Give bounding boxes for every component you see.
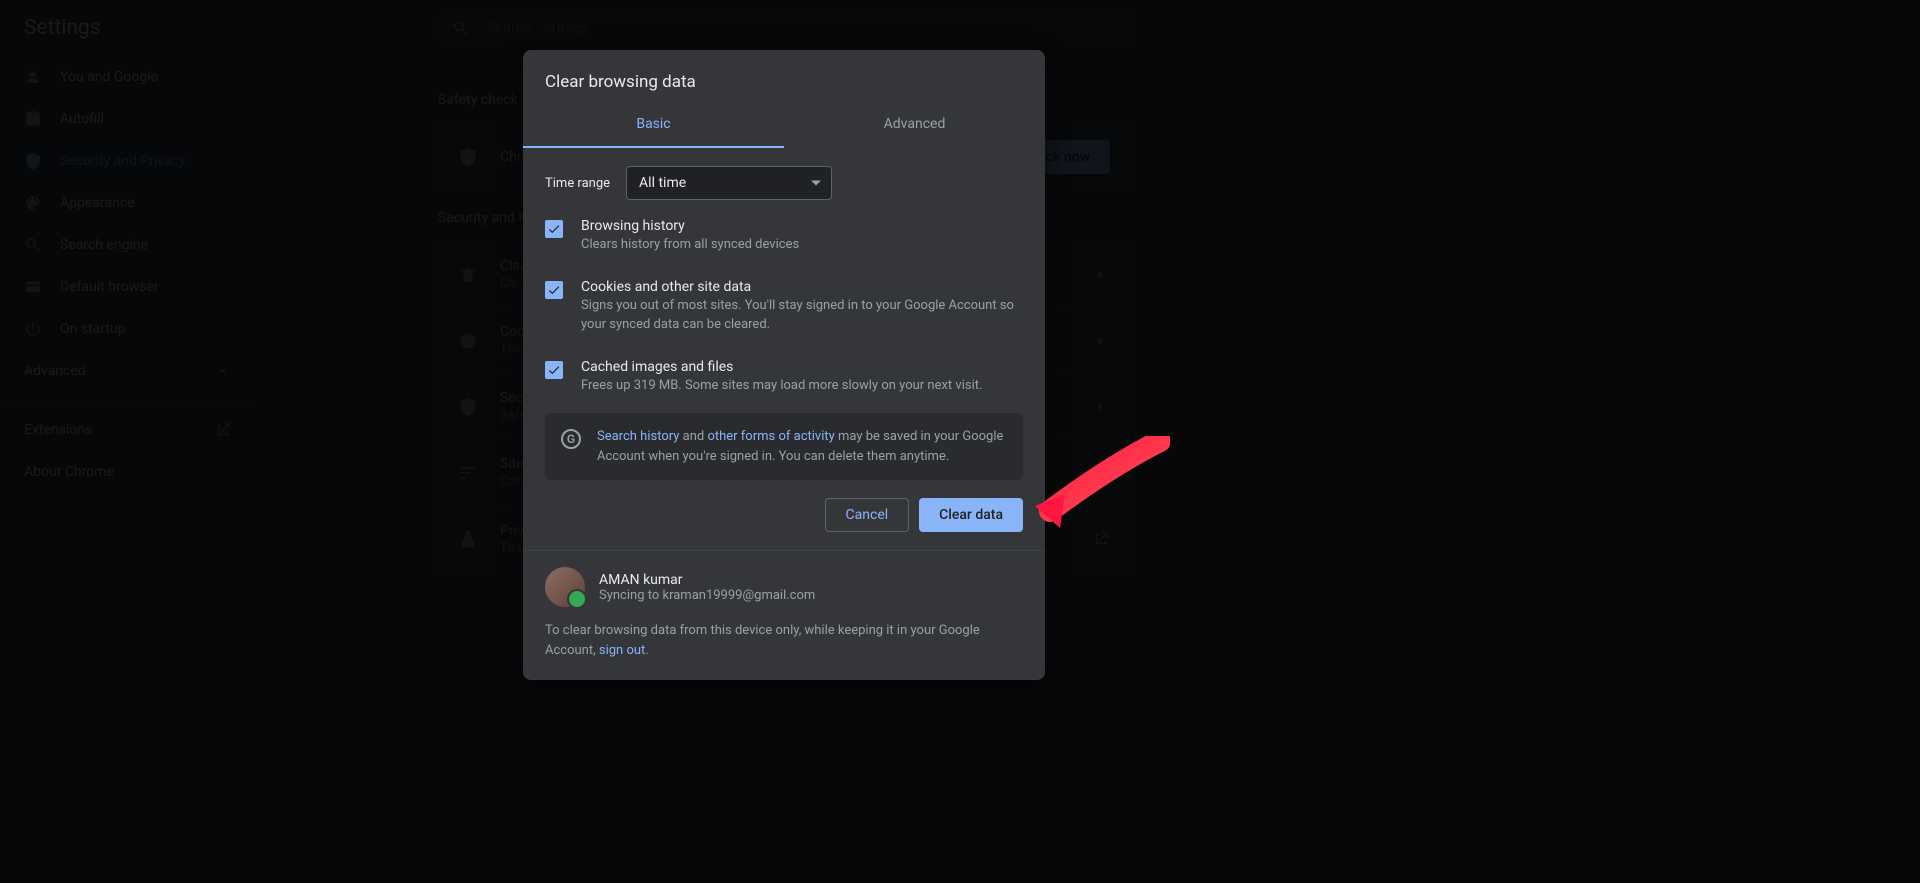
info-and: and (679, 429, 707, 444)
clear-browsing-data-dialog: Clear browsing data Basic Advanced Time … (523, 50, 1045, 680)
account-sync-status: Syncing to kraman19999@gmail.com (599, 588, 815, 603)
google-activity-info: G Search history and other forms of acti… (545, 413, 1023, 480)
google-icon: G (561, 429, 581, 449)
option-browsing-history[interactable]: Browsing history Clears history from all… (545, 212, 1023, 261)
avatar (545, 567, 585, 607)
option-sub: Frees up 319 MB. Some sites may load mor… (581, 377, 982, 396)
signout-link[interactable]: sign out (599, 643, 645, 658)
dialog-title: Clear browsing data (523, 50, 1045, 102)
cancel-button[interactable]: Cancel (825, 498, 910, 532)
checkbox-cookies[interactable] (545, 281, 563, 299)
option-title: Cookies and other site data (581, 279, 1023, 295)
time-range-label: Time range (545, 176, 610, 191)
other-activity-link[interactable]: other forms of activity (707, 429, 834, 444)
time-range-select[interactable]: All time (626, 166, 832, 200)
search-history-link[interactable]: Search history (597, 429, 679, 444)
dialog-tabs: Basic Advanced (523, 102, 1045, 148)
option-cache[interactable]: Cached images and files Frees up 319 MB.… (545, 353, 1023, 402)
tab-advanced[interactable]: Advanced (784, 102, 1045, 148)
option-sub: Clears history from all synced devices (581, 236, 799, 255)
option-sub: Signs you out of most sites. You'll stay… (581, 297, 1023, 335)
tab-basic[interactable]: Basic (523, 102, 784, 148)
signout-after: . (645, 643, 648, 658)
signout-note: To clear browsing data from this device … (545, 621, 1023, 660)
time-range-value: All time (639, 175, 686, 191)
caret-down-icon (811, 181, 821, 186)
clear-data-button[interactable]: Clear data (919, 498, 1023, 532)
checkbox-cache[interactable] (545, 361, 563, 379)
account-row: AMAN kumar Syncing to kraman19999@gmail.… (545, 567, 1023, 607)
account-name: AMAN kumar (599, 572, 815, 588)
option-title: Browsing history (581, 218, 799, 234)
option-title: Cached images and files (581, 359, 982, 375)
option-cookies[interactable]: Cookies and other site data Signs you ou… (545, 273, 1023, 341)
checkbox-browsing-history[interactable] (545, 220, 563, 238)
